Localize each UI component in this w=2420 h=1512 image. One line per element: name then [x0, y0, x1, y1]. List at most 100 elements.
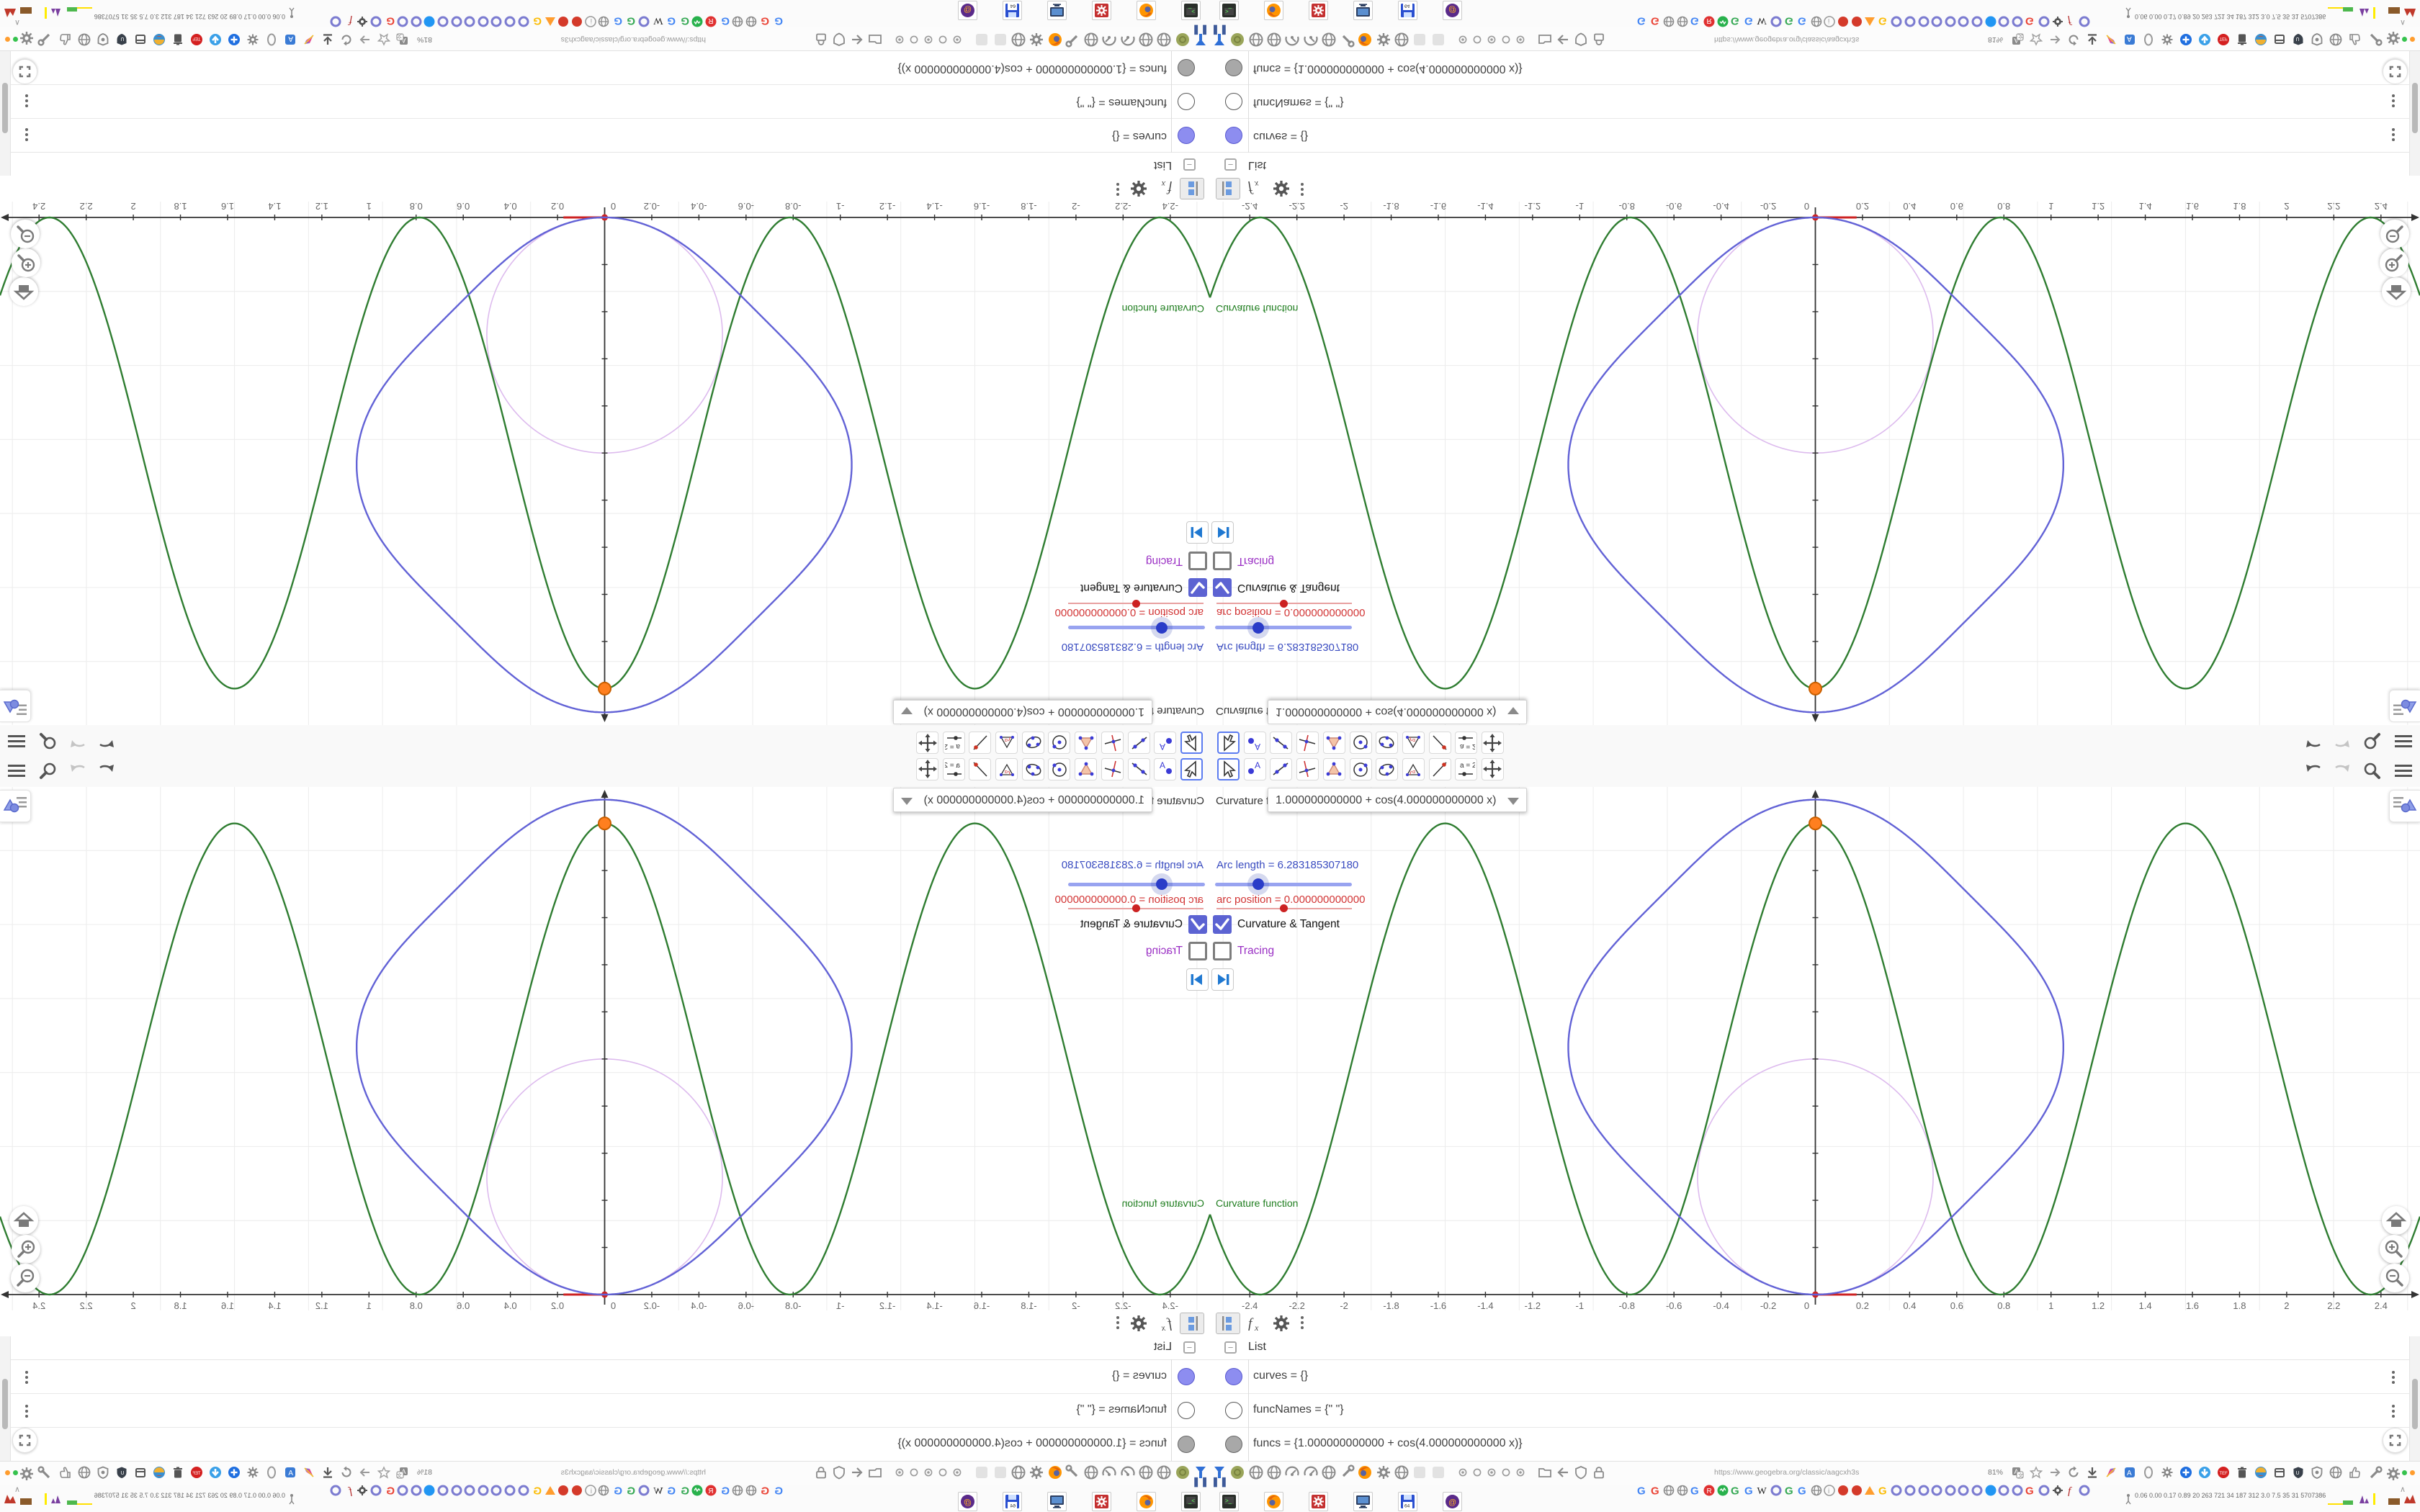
- fx-button[interactable]: fx: [1152, 1313, 1176, 1334]
- menu-icon[interactable]: [2393, 730, 2414, 752]
- favicon-G[interactable]: G: [624, 1485, 636, 1497]
- dot-empty-icon[interactable]: [1502, 1468, 1510, 1477]
- visibility-marble[interactable]: [1178, 93, 1195, 110]
- home-button[interactable]: [9, 277, 38, 306]
- tool-line-tool[interactable]: [1127, 758, 1150, 780]
- chat-purple-tile[interactable]: @: [958, 1, 977, 20]
- favicon-ring[interactable]: [490, 1485, 502, 1496]
- globe-color-icon[interactable]: [153, 33, 166, 46]
- tool-point-tool[interactable]: A: [1243, 758, 1266, 780]
- dot-empty-icon[interactable]: [910, 1468, 918, 1477]
- box-icon[interactable]: [2273, 33, 2286, 46]
- chat-purple-tile[interactable]: @: [958, 1492, 977, 1511]
- brush-icon[interactable]: [2105, 33, 2118, 46]
- favicon-f[interactable]: f: [344, 16, 355, 27]
- visibility-marble[interactable]: [1225, 127, 1242, 144]
- arc-length-slider-knob[interactable]: [1252, 622, 1264, 634]
- favicon-G[interactable]: G: [678, 1485, 690, 1497]
- shield-dark-icon[interactable]: U: [115, 1466, 128, 1479]
- address-url[interactable]: https://www.geogebra.org/classic/aagcxh3…: [561, 35, 706, 44]
- favicon-G[interactable]: G: [1797, 16, 1809, 27]
- favicon-ya[interactable]: R: [1703, 16, 1715, 27]
- favicon-ring[interactable]: [1770, 16, 1782, 27]
- favicon-G[interactable]: G: [1797, 1485, 1809, 1497]
- monitor-tile[interactable]: [1353, 1, 1373, 20]
- down-blue-icon[interactable]: [209, 33, 222, 46]
- favicon-dot-red[interactable]: [571, 1485, 583, 1496]
- favicon-ring[interactable]: [370, 16, 382, 27]
- dropdown-caret-icon[interactable]: [901, 798, 913, 805]
- download-icon[interactable]: [2086, 33, 2099, 46]
- thumb-icon[interactable]: [59, 33, 72, 46]
- globe-icon[interactable]: [1010, 1464, 1026, 1480]
- fx-button[interactable]: fx: [1244, 178, 1268, 199]
- favicon-G[interactable]: G: [1636, 16, 1648, 27]
- reload-icon[interactable]: [340, 33, 353, 46]
- favicon-globe[interactable]: [732, 16, 743, 27]
- dot-ringed-icon[interactable]: [953, 1468, 962, 1477]
- record-red-icon[interactable]: TEF: [2217, 1466, 2230, 1479]
- tool-circle-tool[interactable]: [1349, 758, 1372, 780]
- tool-move-tool[interactable]: [1180, 732, 1203, 754]
- arc-length-slider-knob[interactable]: [1252, 878, 1264, 890]
- page-zoom-level[interactable]: 81%: [1988, 1468, 2003, 1477]
- favicon-info[interactable]: i: [584, 1485, 596, 1496]
- row-menu-kebab-icon[interactable]: [22, 1403, 31, 1420]
- zoom-out-button[interactable]: [11, 220, 40, 248]
- tracing-checkbox[interactable]: [1188, 552, 1207, 570]
- reader-blue-icon[interactable]: A: [284, 33, 297, 46]
- wrench-icon[interactable]: [37, 1466, 53, 1482]
- ghost-icon[interactable]: [1412, 32, 1428, 48]
- favicon-globe[interactable]: [1677, 16, 1688, 27]
- down-blue-icon[interactable]: [2198, 33, 2211, 46]
- floppy-tile[interactable]: 64: [1003, 1, 1022, 20]
- favicon-G[interactable]: G: [611, 16, 623, 27]
- trash-icon[interactable]: [171, 33, 184, 46]
- tool-polygon-tool[interactable]: [1322, 732, 1345, 754]
- fullscreen-button[interactable]: [12, 59, 37, 84]
- favicon-ring[interactable]: [1931, 16, 1942, 27]
- stylebar-kebab-icon[interactable]: [1113, 1314, 1122, 1331]
- shield-gray-icon[interactable]: [2311, 1466, 2323, 1479]
- gauge-icon[interactable]: [1303, 1464, 1319, 1480]
- globe-icon[interactable]: [1248, 32, 1264, 48]
- favicon-G[interactable]: G: [1650, 1485, 1662, 1497]
- tool-perpendicular-line-tool[interactable]: [1296, 732, 1319, 754]
- visibility-marble[interactable]: [1225, 93, 1242, 110]
- wrench-icon[interactable]: [2367, 1466, 2383, 1482]
- favicon-G[interactable]: G: [2025, 1485, 2036, 1497]
- algebra-row[interactable]: funcNames = {" "}: [0, 1394, 1210, 1428]
- favicon-f[interactable]: f: [2065, 1485, 2076, 1497]
- favicon-tri[interactable]: [544, 16, 556, 27]
- globe-icon[interactable]: [1156, 1464, 1172, 1480]
- graphics-stylebar-button[interactable]: [0, 690, 31, 722]
- favicon-G[interactable]: G: [531, 16, 542, 27]
- menu-icon[interactable]: [2393, 760, 2414, 782]
- gear-red-tile[interactable]: [1092, 1, 1111, 20]
- arrow-right-icon[interactable]: [2048, 33, 2061, 46]
- globe-gray-icon[interactable]: [2329, 1466, 2342, 1479]
- favicon-heart[interactable]: [691, 16, 703, 27]
- redo-icon[interactable]: [2331, 730, 2352, 752]
- lock-icon[interactable]: [814, 32, 828, 47]
- collapse-button[interactable]: −: [1183, 1341, 1196, 1354]
- zoom-out-button[interactable]: [2380, 220, 2409, 248]
- gear-icon[interactable]: [1028, 1464, 1044, 1480]
- dot-empty-icon[interactable]: [1473, 1468, 1482, 1477]
- sort-mode-button[interactable]: [1216, 1313, 1240, 1334]
- dropdown-caret-icon[interactable]: [1507, 798, 1519, 805]
- oval-icon[interactable]: [265, 33, 278, 46]
- favicon-ring[interactable]: [2079, 16, 2090, 27]
- star-icon[interactable]: [2030, 33, 2043, 46]
- favicon-G[interactable]: G: [1690, 16, 1701, 27]
- tool-ellipse-tool[interactable]: [1021, 758, 1044, 780]
- firefox-tile[interactable]: [1264, 1, 1283, 20]
- tracing-checkbox[interactable]: [1213, 552, 1232, 570]
- tracing-checkbox[interactable]: [1188, 942, 1207, 960]
- search-icon[interactable]: [2361, 730, 2383, 752]
- favicon-G[interactable]: G: [1744, 16, 1755, 27]
- gear-red-tile[interactable]: [1309, 1, 1328, 20]
- tool-angle-tool[interactable]: α: [995, 758, 1018, 780]
- graphics-stylebar-button[interactable]: [2389, 790, 2420, 822]
- algebra-row[interactable]: curves = {}: [0, 118, 1210, 152]
